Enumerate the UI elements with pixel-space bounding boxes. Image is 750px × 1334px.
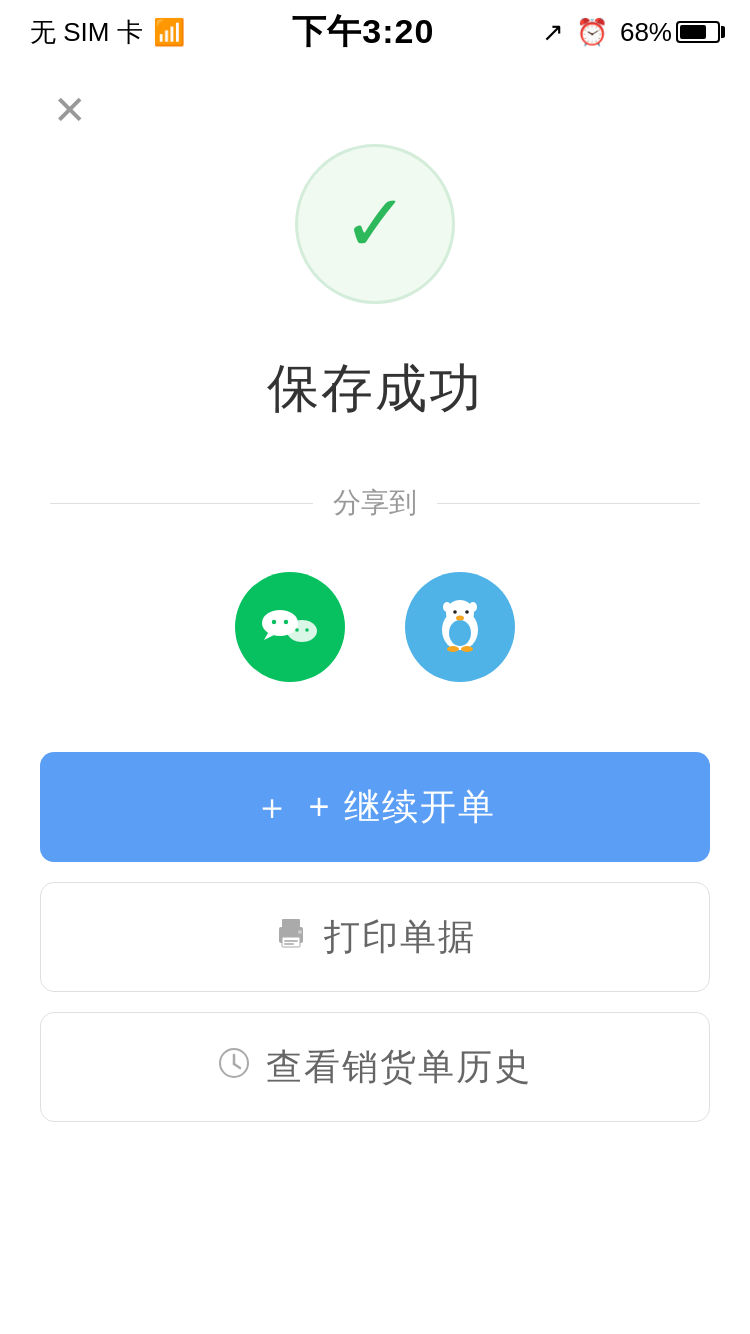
alarm-icon: ⏰: [576, 17, 608, 48]
location-icon: ↗: [542, 17, 564, 48]
svg-point-5: [305, 628, 309, 632]
battery-indicator: 68%: [620, 17, 720, 48]
plus-icon: ＋: [254, 783, 292, 832]
svg-line-27: [234, 1064, 240, 1068]
success-title: 保存成功: [267, 354, 483, 424]
print-button[interactable]: 打印单据: [40, 882, 710, 992]
share-icons: [235, 572, 515, 682]
svg-point-12: [453, 610, 457, 614]
svg-point-14: [456, 616, 464, 621]
svg-rect-23: [284, 943, 294, 945]
status-right: ↗ ⏰ 68%: [542, 17, 720, 48]
continue-order-button[interactable]: ＋ + 继续开单: [40, 752, 710, 862]
success-circle: ✓: [295, 144, 455, 304]
view-history-button[interactable]: 查看销货单历史: [40, 1012, 710, 1122]
main-content: ✓ 保存成功 分享到: [0, 64, 750, 1122]
divider-line-left: [50, 503, 313, 504]
share-divider: 分享到: [0, 484, 750, 522]
close-icon: ✕: [53, 90, 87, 130]
printer-icon: [274, 917, 308, 957]
print-label: 打印单据: [324, 913, 476, 962]
svg-point-13: [465, 610, 469, 614]
svg-rect-22: [284, 940, 298, 942]
svg-point-1: [287, 620, 317, 642]
svg-point-17: [447, 646, 459, 652]
svg-point-15: [443, 602, 451, 612]
svg-point-16: [469, 602, 477, 612]
svg-point-3: [284, 620, 288, 624]
wifi-icon: 📶: [153, 17, 185, 48]
wechat-icon: [258, 595, 322, 659]
svg-point-24: [298, 930, 302, 934]
status-left: 无 SIM 卡 📶: [30, 15, 185, 50]
divider-line-right: [437, 503, 700, 504]
wechat-share-button[interactable]: [235, 572, 345, 682]
history-label: 查看销货单历史: [266, 1043, 532, 1092]
buttons-section: ＋ + 继续开单 打印单据: [0, 752, 750, 1122]
battery-icon: [676, 21, 720, 43]
svg-rect-20: [282, 919, 300, 929]
no-sim-label: 无 SIM 卡: [30, 15, 143, 50]
share-label: 分享到: [313, 484, 437, 522]
qq-share-button[interactable]: [405, 572, 515, 682]
checkmark-icon: ✓: [342, 184, 409, 264]
continue-order-label: + 继续开单: [308, 783, 495, 832]
qq-icon: [431, 595, 489, 659]
close-button[interactable]: ✕: [40, 80, 100, 140]
clock-icon: [218, 1047, 250, 1087]
status-bar: 无 SIM 卡 📶 下午3:20 ↗ ⏰ 68%: [0, 0, 750, 64]
svg-point-2: [272, 620, 276, 624]
svg-point-9: [449, 620, 471, 646]
svg-point-4: [295, 628, 299, 632]
status-time: 下午3:20: [292, 9, 434, 55]
battery-percent: 68%: [620, 17, 672, 48]
svg-point-18: [461, 646, 473, 652]
